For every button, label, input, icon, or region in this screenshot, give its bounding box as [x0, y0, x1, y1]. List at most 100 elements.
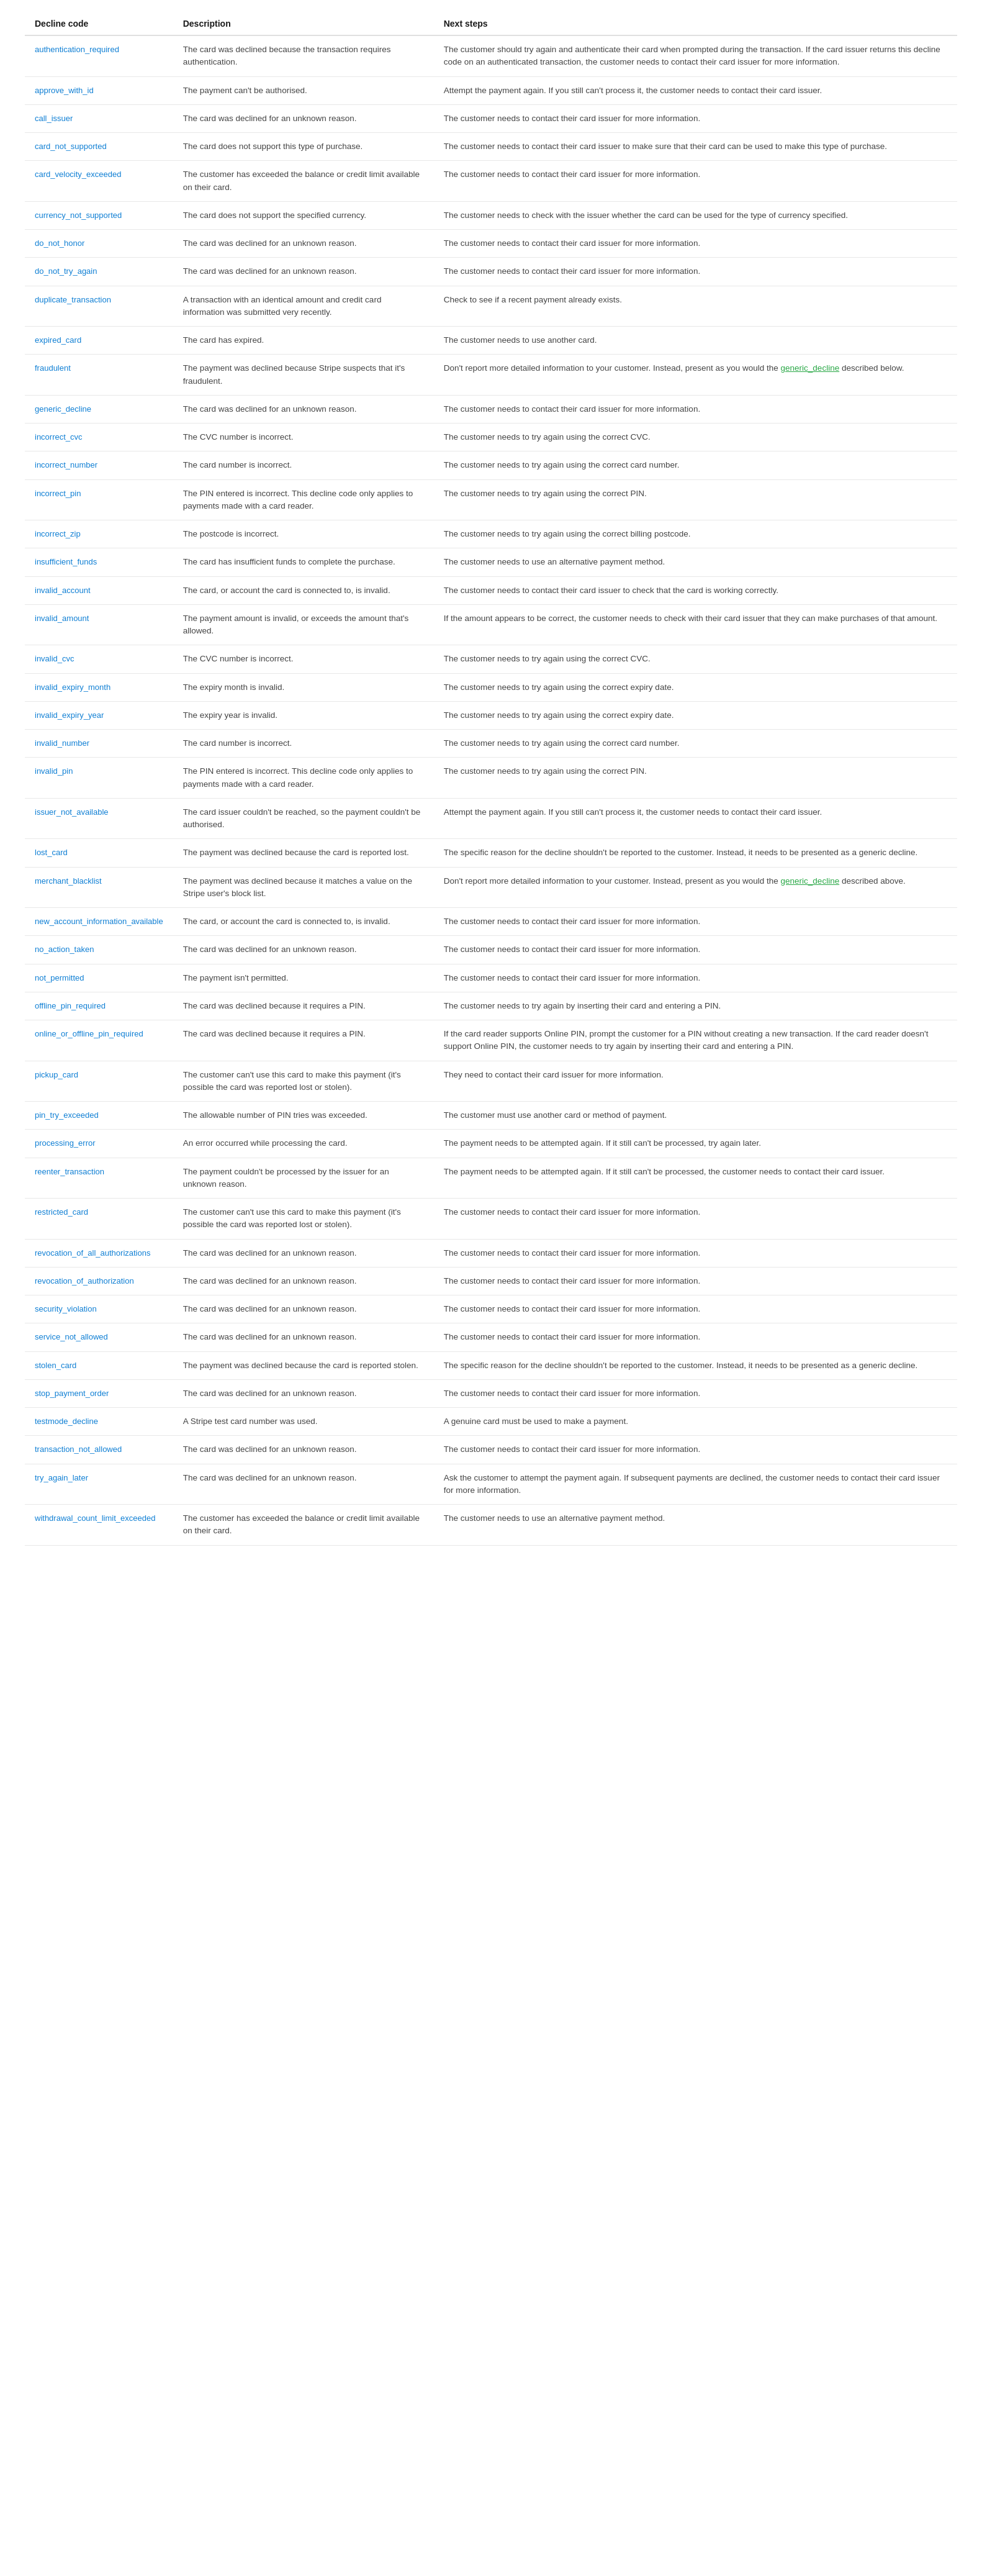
code-link[interactable]: restricted_card — [35, 1207, 88, 1217]
code-cell: reenter_transaction — [25, 1158, 173, 1199]
code-link[interactable]: card_velocity_exceeded — [35, 170, 121, 179]
code-link[interactable]: not_permitted — [35, 973, 84, 982]
next-steps-text: Don't report more detailed information t… — [444, 876, 781, 886]
code-link[interactable]: reenter_transaction — [35, 1167, 104, 1176]
next-steps-cell: The payment needs to be attempted again.… — [434, 1158, 957, 1199]
code-link[interactable]: invalid_account — [35, 586, 91, 595]
code-link[interactable]: fraudulent — [35, 363, 71, 373]
code-link[interactable]: withdrawal_count_limit_exceeded — [35, 1513, 155, 1523]
description-cell: The card number is incorrect. — [173, 730, 434, 758]
code-link[interactable]: online_or_offline_pin_required — [35, 1029, 143, 1038]
next-steps-cell: If the amount appears to be correct, the… — [434, 604, 957, 645]
table-row: invalid_expiry_monthThe expiry month is … — [25, 673, 957, 701]
code-link[interactable]: incorrect_pin — [35, 489, 81, 498]
code-link[interactable]: service_not_allowed — [35, 1332, 108, 1341]
code-cell: revocation_of_all_authorizations — [25, 1239, 173, 1267]
code-link[interactable]: incorrect_zip — [35, 529, 81, 538]
table-row: online_or_offline_pin_requiredThe card w… — [25, 1020, 957, 1061]
generic-decline-link[interactable]: generic_decline — [781, 876, 840, 886]
code-link[interactable]: processing_error — [35, 1138, 96, 1148]
table-row: processing_error An error occurred while … — [25, 1130, 957, 1158]
generic-decline-link[interactable]: generic_decline — [781, 363, 840, 373]
code-link[interactable]: invalid_expiry_month — [35, 683, 110, 692]
description-cell: The card, or account the card is connect… — [173, 908, 434, 936]
code-link[interactable]: security_violation — [35, 1304, 97, 1313]
code-link[interactable]: do_not_honor — [35, 238, 84, 248]
next-steps-cell: The customer needs to contact their card… — [434, 908, 957, 936]
code-link[interactable]: call_issuer — [35, 114, 73, 123]
code-link[interactable]: lost_card — [35, 848, 68, 857]
code-link[interactable]: pickup_card — [35, 1070, 78, 1079]
code-link[interactable]: do_not_try_again — [35, 266, 97, 276]
code-link[interactable]: issuer_not_available — [35, 807, 109, 817]
next-steps-cell: The customer needs to contact their card… — [434, 1295, 957, 1323]
next-steps-cell: The customer needs to use an alternative… — [434, 1505, 957, 1546]
header-next-steps: Next steps — [434, 12, 957, 35]
description-cell: An error occurred while processing the c… — [173, 1130, 434, 1158]
code-link[interactable]: offline_pin_required — [35, 1001, 106, 1010]
code-link[interactable]: expired_card — [35, 335, 81, 345]
code-link[interactable]: revocation_of_authorization — [35, 1276, 134, 1286]
code-link[interactable]: incorrect_cvc — [35, 432, 83, 442]
page-container: Decline code Description Next steps auth… — [0, 0, 982, 1558]
next-steps-cell: The customer should try again and authen… — [434, 35, 957, 76]
code-link[interactable]: invalid_expiry_year — [35, 710, 104, 720]
code-link[interactable]: testmode_decline — [35, 1417, 98, 1426]
table-row: try_again_later The card was declined for… — [25, 1464, 957, 1505]
description-cell: The card was declined for an unknown rea… — [173, 395, 434, 423]
code-cell: not_permitted — [25, 964, 173, 992]
code-link[interactable]: approve_with_id — [35, 86, 94, 95]
table-row: duplicate_transactionA transaction with … — [25, 286, 957, 327]
table-row: card_velocity_exceededThe customer has e… — [25, 161, 957, 202]
table-row: reenter_transactionThe payment couldn't … — [25, 1158, 957, 1199]
code-link[interactable]: invalid_cvc — [35, 654, 74, 663]
code-link[interactable]: try_again_later — [35, 1473, 88, 1482]
code-cell: invalid_amount — [25, 604, 173, 645]
table-row: transaction_not_allowedThe card was decl… — [25, 1436, 957, 1464]
code-link[interactable]: duplicate_transaction — [35, 295, 111, 304]
next-steps-cell: Attempt the payment again. If you still … — [434, 798, 957, 839]
table-row: revocation_of_authorizationThe card was … — [25, 1267, 957, 1295]
description-cell: The PIN entered is incorrect. This decli… — [173, 758, 434, 799]
code-link[interactable]: incorrect_number — [35, 460, 97, 469]
code-link[interactable]: generic_decline — [35, 404, 91, 414]
code-cell: invalid_expiry_year — [25, 701, 173, 729]
code-link[interactable]: insufficient_funds — [35, 557, 97, 566]
code-cell: call_issuer — [25, 104, 173, 132]
code-link[interactable]: invalid_pin — [35, 766, 73, 776]
header-row: Decline code Description Next steps — [25, 12, 957, 35]
description-cell: The card was declined for an unknown rea… — [173, 1464, 434, 1505]
description-cell: The PIN entered is incorrect. This decli… — [173, 479, 434, 520]
code-link[interactable]: transaction_not_allowed — [35, 1444, 122, 1454]
code-link[interactable]: merchant_blacklist — [35, 876, 102, 886]
next-steps-cell: A genuine card must be used to make a pa… — [434, 1408, 957, 1436]
table-row: incorrect_pin The PIN entered is incorrec… — [25, 479, 957, 520]
code-cell: expired_card — [25, 327, 173, 355]
next-steps-cell: The specific reason for the decline shou… — [434, 1351, 957, 1379]
code-link[interactable]: stop_payment_order — [35, 1389, 109, 1398]
code-link[interactable]: no_action_taken — [35, 945, 94, 954]
code-link[interactable]: invalid_amount — [35, 614, 89, 623]
next-steps-cell: The customer needs to try again using th… — [434, 730, 957, 758]
table-row: card_not_supportedThe card does not supp… — [25, 133, 957, 161]
code-link[interactable]: revocation_of_all_authorizations — [35, 1248, 150, 1258]
code-cell: new_account_information_available — [25, 908, 173, 936]
next-steps-cell: The specific reason for the decline shou… — [434, 839, 957, 867]
table-row: incorrect_numberThe card number is incor… — [25, 451, 957, 479]
next-steps-cell: Ask the customer to attempt the payment … — [434, 1464, 957, 1505]
table-row: pin_try_exceededThe allowable number of … — [25, 1102, 957, 1130]
description-cell: The CVC number is incorrect. — [173, 645, 434, 673]
code-cell: incorrect_zip — [25, 520, 173, 548]
code-link[interactable]: stolen_card — [35, 1361, 76, 1370]
table-row: withdrawal_count_limit_exceeded The custo… — [25, 1505, 957, 1546]
description-cell: The payment was declined because it matc… — [173, 867, 434, 908]
code-link[interactable]: currency_not_supported — [35, 211, 122, 220]
code-link[interactable]: invalid_number — [35, 738, 89, 748]
code-link[interactable]: authentication_required — [35, 45, 119, 54]
code-link[interactable]: card_not_supported — [35, 142, 107, 151]
code-cell: pickup_card — [25, 1061, 173, 1102]
code-link[interactable]: pin_try_exceeded — [35, 1110, 99, 1120]
code-link[interactable]: new_account_information_available — [35, 917, 163, 926]
code-cell: transaction_not_allowed — [25, 1436, 173, 1464]
code-cell: invalid_account — [25, 576, 173, 604]
